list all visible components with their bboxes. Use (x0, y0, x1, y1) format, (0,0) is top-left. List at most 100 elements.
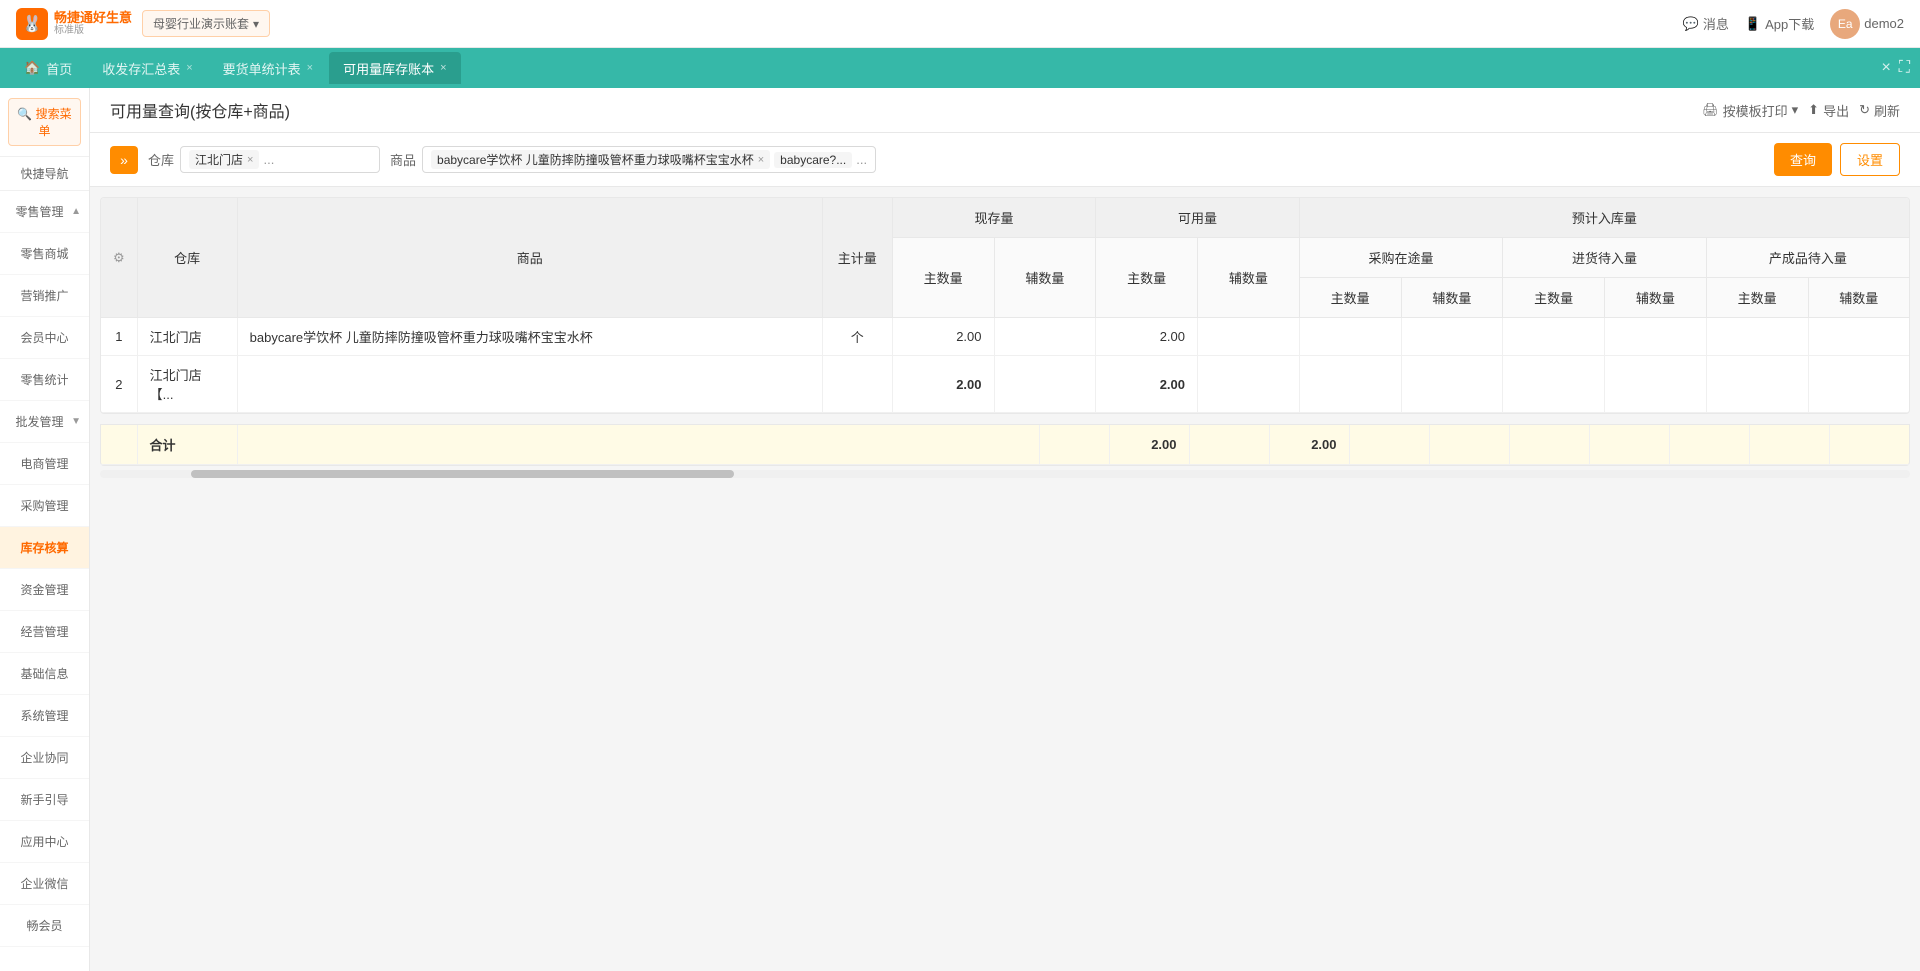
current-stock-header: 现存量 (892, 198, 1096, 238)
query-button[interactable]: 查询 (1774, 143, 1832, 176)
table-row: 2 江北门店【... 2.00 2.00 (101, 356, 1909, 413)
sidebar-item-wechat[interactable]: 企业微信 (0, 863, 89, 905)
tab-receipts-close[interactable]: × (186, 62, 192, 74)
tab-available-close[interactable]: × (440, 62, 446, 74)
app-download-btn[interactable]: 📱 App下载 (1745, 14, 1814, 33)
warehouse-filter-input[interactable]: 江北门店 × ... (180, 146, 380, 173)
stock-aux-header: 辅数量 (994, 238, 1096, 318)
product-main-header: 主数量 (1706, 278, 1808, 318)
sidebar-label-newguide: 新手引导 (8, 791, 81, 808)
sidebar-item-vip[interactable]: 畅会员 (0, 905, 89, 947)
expand-arrow-zero-sales: ▲ (71, 206, 81, 217)
filter-toggle-btn[interactable]: » (110, 146, 138, 174)
sidebar-item-appcenter[interactable]: 应用中心 (0, 821, 89, 863)
sidebar-label-ecommerce: 电商管理 (8, 455, 81, 472)
row2-available-main: 2.00 (1096, 356, 1198, 413)
row1-pending-main (1503, 318, 1605, 356)
footer-empty-1 (101, 425, 137, 465)
sidebar-item-finance[interactable]: 资金管理 (0, 569, 89, 611)
sidebar-item-enterprise[interactable]: 企业协同 (0, 737, 89, 779)
export-label: 导出 (1823, 101, 1849, 120)
sidebar-label-zero-sales: 零售管理 (8, 203, 71, 220)
sidebar-label-appcenter: 应用中心 (8, 833, 81, 850)
row2-purchase-main (1299, 356, 1401, 413)
expand-icon[interactable]: ⛶ (1899, 59, 1910, 77)
sidebar-item-marketing[interactable]: 营销推广 (0, 275, 89, 317)
row1-product: babycare学饮杯 儿童防摔防撞吸管杯重力球吸嘴杯宝宝水杯 (237, 318, 822, 356)
footer-p2 (1509, 425, 1589, 465)
warehouse-filter-group: 仓库 江北门店 × ... (148, 146, 380, 173)
filter-actions: 查询 设置 (1774, 143, 1900, 176)
content-area: 可用量查询(按仓库+商品) 🖨 按模板打印 ▾ ⬆ 导出 ↻ 刷新 (90, 88, 1920, 971)
row2-product-main (1706, 356, 1808, 413)
sidebar-item-stats[interactable]: 零售统计 (0, 359, 89, 401)
footer-empty-2 (237, 425, 1039, 465)
sidebar-item-member[interactable]: 会员中心 (0, 317, 89, 359)
product-tag-1-text: babycare学饮杯 儿童防摔防撞吸管杯重力球吸嘴杯宝宝水杯 (437, 151, 754, 168)
warehouse-col-header: 仓库 (137, 198, 237, 318)
top-bar-left: 🐰 畅捷通好生意 标准版 母婴行业演示账套 ▾ (16, 8, 270, 40)
sidebar-item-newguide[interactable]: 新手引导 (0, 779, 89, 821)
tab-orders-close[interactable]: × (307, 62, 313, 74)
print-btn[interactable]: 🖨 按模板打印 ▾ (1702, 101, 1798, 120)
filter-toggle-icon: » (120, 152, 128, 168)
tab-orders[interactable]: 要货单统计表 × (209, 52, 327, 84)
available-aux-header: 辅数量 (1198, 238, 1300, 318)
tab-available[interactable]: 可用量库存账本 × (329, 52, 460, 84)
sidebar-label-member: 会员中心 (8, 329, 81, 346)
warehouse-filter-label: 仓库 (148, 150, 174, 169)
quick-nav-btn[interactable]: 快捷导航 (0, 157, 89, 191)
footer-stock-main: 2.00 (1109, 425, 1189, 465)
export-btn[interactable]: ⬆ 导出 (1808, 101, 1849, 120)
product-tag-1-close[interactable]: × (758, 154, 764, 166)
industry-select[interactable]: 母婴行业演示账套 ▾ (142, 10, 270, 37)
home-icon: 🏠 (24, 60, 40, 76)
warehouse-dots[interactable]: ... (263, 152, 274, 167)
refresh-btn[interactable]: ↻ 刷新 (1859, 101, 1900, 120)
horizontal-scrollbar[interactable] (100, 470, 1910, 478)
search-menu-btn[interactable]: 🔍 搜索菜单 (8, 98, 81, 146)
page-title: 可用量查询(按仓库+商品) (110, 98, 290, 122)
product-dots[interactable]: ... (856, 152, 867, 167)
footer-empty-3 (1039, 425, 1109, 465)
filter-bar: » 仓库 江北门店 × ... 商品 babycare学饮杯 儿童防摔防撞吸管杯… (90, 133, 1920, 187)
product-aux-header: 辅数量 (1808, 278, 1909, 318)
sidebar-item-wholesale[interactable]: 批发管理 ▼ (0, 401, 89, 443)
tab-receipts[interactable]: 收发存汇总表 × (88, 52, 206, 84)
tab-home-label: 首页 (46, 59, 72, 78)
user-avatar-btn[interactable]: Ea demo2 (1830, 9, 1904, 39)
close-all-icon[interactable]: × (1881, 59, 1890, 77)
sidebar-item-ecommerce[interactable]: 电商管理 (0, 443, 89, 485)
sidebar-item-basic[interactable]: 基础信息 (0, 653, 89, 695)
settings-button[interactable]: 设置 (1840, 143, 1900, 176)
warehouse-tag-close[interactable]: × (247, 154, 253, 166)
search-menu-label: 搜索菜单 (36, 107, 72, 138)
sidebar-item-inventory[interactable]: 库存核算 (0, 527, 89, 569)
purchase-transit-header: 采购在途量 (1299, 238, 1503, 278)
sidebar-label-inventory: 库存核算 (8, 539, 81, 556)
warehouse-tag-text: 江北门店 (195, 151, 243, 168)
product-col-header: 商品 (237, 198, 822, 318)
settings-col-header[interactable]: ⚙ (101, 198, 137, 318)
row1-stock-aux (994, 318, 1096, 356)
sidebar-item-zero-sales[interactable]: 零售管理 ▲ (0, 191, 89, 233)
product-filter-input[interactable]: babycare学饮杯 儿童防摔防撞吸管杯重力球吸嘴杯宝宝水杯 × babyca… (422, 146, 876, 173)
footer-table: 合计 2.00 2.00 (101, 425, 1909, 465)
row1-product-aux (1808, 318, 1909, 356)
sidebar-item-store[interactable]: 零售商城 (0, 233, 89, 275)
sidebar-label-stats: 零售统计 (8, 371, 81, 388)
pending-aux-header: 辅数量 (1605, 278, 1707, 318)
sidebar-item-operations[interactable]: 经营管理 (0, 611, 89, 653)
row2-purchase-aux (1401, 356, 1503, 413)
sidebar-item-system[interactable]: 系统管理 (0, 695, 89, 737)
export-icon: ⬆ (1808, 102, 1819, 118)
sidebar-item-purchase[interactable]: 采购管理 (0, 485, 89, 527)
footer-stock-aux (1189, 425, 1269, 465)
pending-main-header: 主数量 (1503, 278, 1605, 318)
data-table: ⚙ 仓库 商品 主计量 现存量 可用量 预计入库量 主数量 辅数量 主数量 辅数… (101, 198, 1909, 413)
print-dropdown-icon: ▾ (1792, 102, 1799, 118)
product-tag-2-text: babycare?... (780, 153, 846, 167)
message-btn[interactable]: 💬 消息 (1683, 14, 1729, 33)
sidebar-label-store: 零售商城 (8, 245, 81, 262)
tab-home[interactable]: 🏠 首页 (10, 52, 86, 84)
